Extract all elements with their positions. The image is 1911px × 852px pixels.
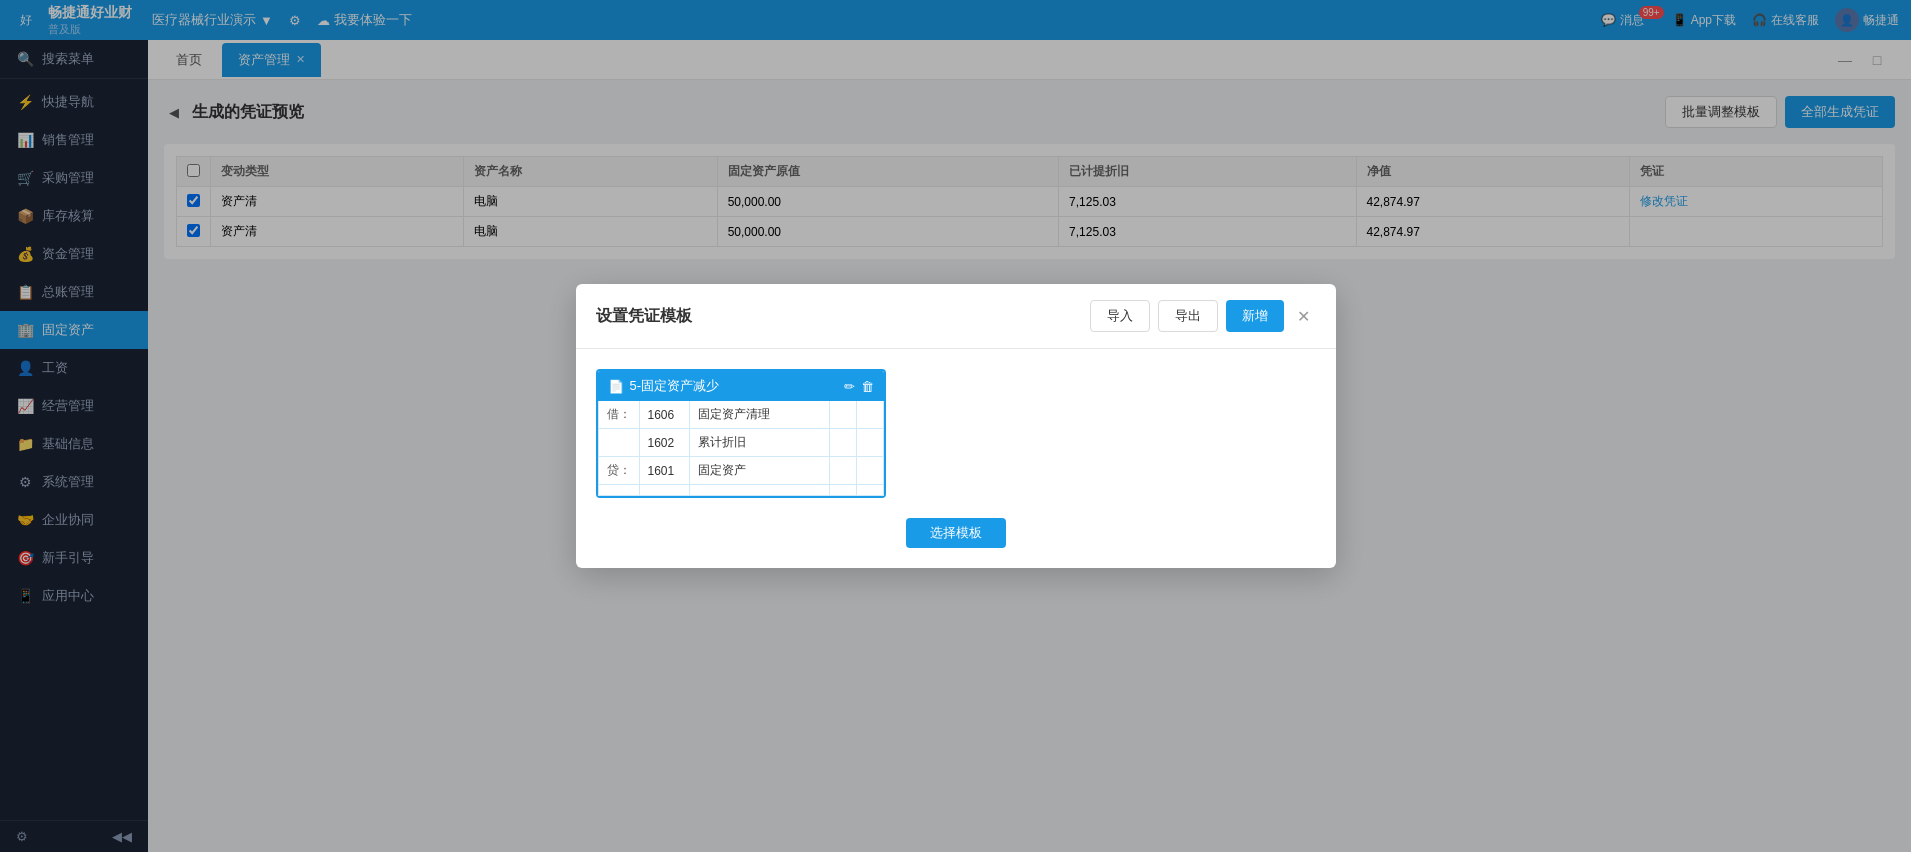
entry-type-1: 借： — [598, 401, 639, 429]
template-title-text: 5-固定资产减少 — [630, 377, 720, 395]
modal-body: 📄 5-固定资产减少 ✏ 🗑 借： 1606 固定资产清理 — [576, 349, 1336, 568]
new-button[interactable]: 新增 — [1226, 300, 1284, 332]
close-icon: ✕ — [1297, 307, 1310, 326]
entry-debit-2 — [829, 429, 856, 457]
import-button[interactable]: 导入 — [1090, 300, 1150, 332]
export-button[interactable]: 导出 — [1158, 300, 1218, 332]
entry-code-1: 1606 — [639, 401, 689, 429]
entry-debit-3 — [829, 457, 856, 485]
entry-name-3: 固定资产 — [689, 457, 829, 485]
template-card-title: 📄 5-固定资产减少 — [608, 377, 720, 395]
template-card-header: 📄 5-固定资产减少 ✏ 🗑 — [598, 371, 884, 401]
entry-code-3: 1601 — [639, 457, 689, 485]
entry-credit-3 — [856, 457, 883, 485]
template-delete-btn[interactable]: 🗑 — [861, 379, 874, 394]
template-card-actions: ✏ 🗑 — [844, 379, 874, 394]
modal-title: 设置凭证模板 — [596, 306, 692, 327]
template-doc-icon: 📄 — [608, 379, 624, 394]
modal-header: 设置凭证模板 导入 导出 新增 ✕ — [576, 284, 1336, 349]
select-template-button[interactable]: 选择模板 — [906, 518, 1006, 548]
template-entries-table: 借： 1606 固定资产清理 1602 累计折旧 — [598, 401, 884, 496]
template-entry-row: 1602 累计折旧 — [598, 429, 883, 457]
template-empty-row — [598, 485, 883, 496]
entry-type-3: 贷： — [598, 457, 639, 485]
entry-credit-2 — [856, 429, 883, 457]
modal-dialog: 设置凭证模板 导入 导出 新增 ✕ 📄 5-固定资产减少 — [576, 284, 1336, 568]
entry-code-2: 1602 — [639, 429, 689, 457]
template-edit-btn[interactable]: ✏ — [844, 379, 855, 394]
entry-credit-1 — [856, 401, 883, 429]
entry-name-2: 累计折旧 — [689, 429, 829, 457]
modal-header-right: 导入 导出 新增 ✕ — [1090, 300, 1316, 332]
modal-overlay[interactable]: 设置凭证模板 导入 导出 新增 ✕ 📄 5-固定资产减少 — [0, 0, 1911, 852]
template-card: 📄 5-固定资产减少 ✏ 🗑 借： 1606 固定资产清理 — [596, 369, 886, 498]
modal-close-button[interactable]: ✕ — [1292, 304, 1316, 328]
entry-type-2 — [598, 429, 639, 457]
template-entry-row: 借： 1606 固定资产清理 — [598, 401, 883, 429]
template-entry-row: 贷： 1601 固定资产 — [598, 457, 883, 485]
modal-actions: 导入 导出 新增 — [1090, 300, 1284, 332]
entry-name-1: 固定资产清理 — [689, 401, 829, 429]
entry-debit-1 — [829, 401, 856, 429]
